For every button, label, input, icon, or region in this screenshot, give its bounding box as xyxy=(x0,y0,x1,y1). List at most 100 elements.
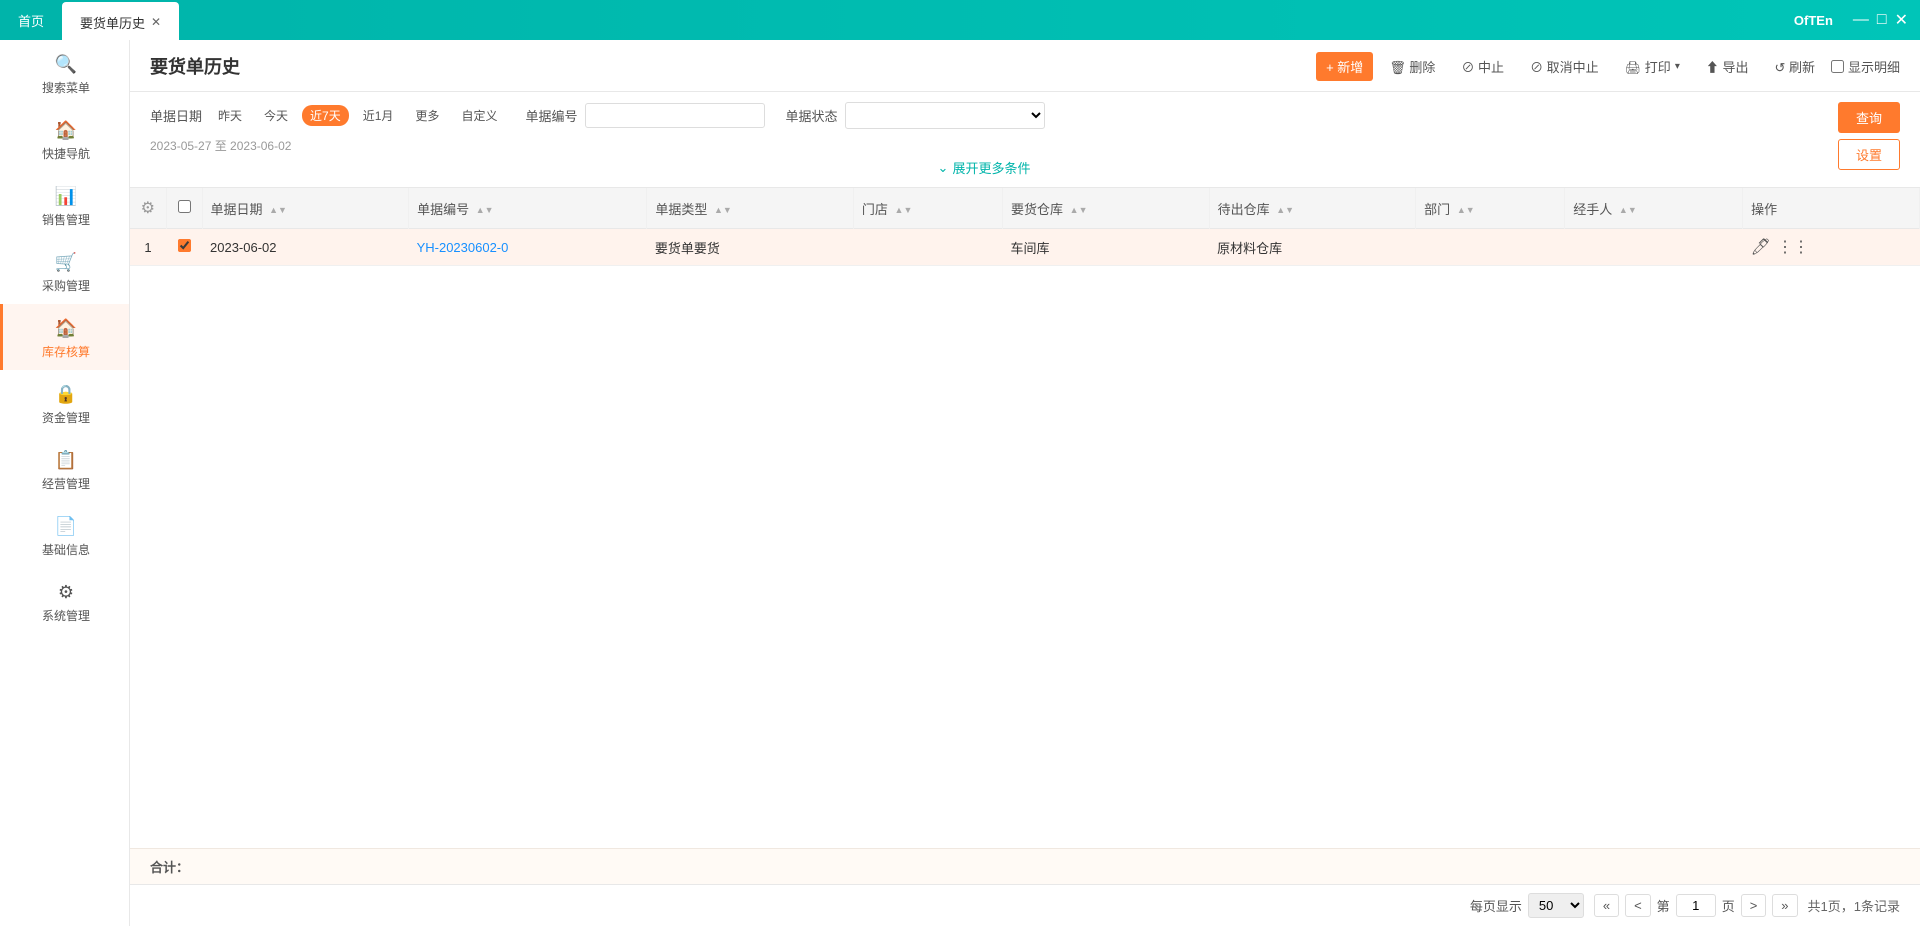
shortcut-last7days[interactable]: 近7天 xyxy=(302,105,349,126)
new-button[interactable]: + 新增 xyxy=(1316,52,1373,81)
sidebar-item-base-info[interactable]: 📄 基础信息 xyxy=(0,502,129,568)
th-order-no[interactable]: 单据编号 ▲▼ xyxy=(409,188,647,229)
table-header-row: ⚙ 单据日期 ▲▼ 单据编号 ▲▼ xyxy=(130,188,1920,229)
data-table: ⚙ 单据日期 ▲▼ 单据编号 ▲▼ xyxy=(130,188,1920,266)
minimize-icon[interactable]: — xyxy=(1853,11,1869,29)
td-checkbox[interactable] xyxy=(166,229,202,266)
top-bar: 首页 要货单历史 ✕ OfTEn — □ ✕ xyxy=(0,0,1920,40)
page-input[interactable] xyxy=(1676,894,1716,917)
date-shortcuts: 昨天 今天 近7天 近1月 更多 自定义 xyxy=(210,105,505,126)
sort-arrows-pending-warehouse: ▲▼ xyxy=(1276,206,1294,215)
status-filter-group: 单据状态 xyxy=(785,102,1045,129)
td-req-warehouse: 车间库 xyxy=(1003,229,1210,266)
select-all-checkbox[interactable] xyxy=(178,200,191,213)
sidebar: 🔍 搜索菜单 🏠 快捷导航 📊 销售管理 🛒 采购管理 🏠 库存核算 🔒 资金管… xyxy=(0,40,130,926)
shortcut-more[interactable]: 更多 xyxy=(407,105,447,126)
prev-page-btn[interactable]: < xyxy=(1625,894,1651,917)
chart-icon: 📊 xyxy=(55,186,77,207)
delete-button[interactable]: 🗑 删除 xyxy=(1379,52,1445,81)
top-bar-right: OfTEn — □ ✕ xyxy=(1794,10,1920,30)
order-no-filter-group: 单据编号 xyxy=(525,103,765,128)
table-row[interactable]: 1 2023-06-02 YH-20230602-0 要货单要货 车间库 原材料… xyxy=(130,229,1920,266)
order-no-input[interactable] xyxy=(585,103,765,128)
sort-arrows-date: ▲▼ xyxy=(269,206,287,215)
sidebar-item-quick-nav[interactable]: 🏠 快捷导航 xyxy=(0,106,129,172)
ops-icons: 🖊 ⋮⋮ xyxy=(1751,237,1912,257)
order-no-label: 单据编号 xyxy=(525,106,577,125)
column-settings-icon[interactable]: ⚙ xyxy=(141,200,155,217)
th-order-type[interactable]: 单据类型 ▲▼ xyxy=(647,188,854,229)
per-page-group: 每页显示 20 50 100 200 xyxy=(1470,893,1584,918)
sidebar-item-inventory[interactable]: 🏠 库存核算 xyxy=(0,304,129,370)
tab-home[interactable]: 首页 xyxy=(0,0,62,40)
main-layout: 🔍 搜索菜单 🏠 快捷导航 📊 销售管理 🛒 采购管理 🏠 库存核算 🔒 资金管… xyxy=(0,40,1920,926)
sidebar-item-sys-mgmt[interactable]: ⚙ 系统管理 xyxy=(0,568,129,634)
query-button[interactable]: 查询 xyxy=(1838,102,1900,133)
ops-icon: 📋 xyxy=(55,450,77,471)
filter-area: 单据日期 昨天 今天 近7天 近1月 更多 自定义 单据编号 xyxy=(130,92,1920,188)
tab-order-history[interactable]: 要货单历史 ✕ xyxy=(62,2,179,42)
th-department[interactable]: 部门 ▲▼ xyxy=(1416,188,1565,229)
print-dropdown-icon: ▾ xyxy=(1675,61,1680,72)
settings-button[interactable]: 设置 xyxy=(1838,139,1900,170)
edit-icon[interactable]: 🖊 xyxy=(1751,237,1771,257)
cancel-stop-button[interactable]: ⊘ 取消中止 xyxy=(1520,52,1609,81)
search-icon: 🔍 xyxy=(55,54,77,75)
last-page-btn[interactable]: » xyxy=(1772,894,1797,917)
sidebar-item-sales-mgmt[interactable]: 📊 销售管理 xyxy=(0,172,129,238)
order-no-link[interactable]: YH-20230602-0 xyxy=(417,240,509,255)
th-handler[interactable]: 经手人 ▲▼ xyxy=(1565,188,1743,229)
sort-arrows-order-type: ▲▼ xyxy=(714,206,732,215)
page-goto-label: 第 xyxy=(1657,896,1670,915)
shortcut-last-month[interactable]: 近1月 xyxy=(355,105,402,126)
th-pending-warehouse[interactable]: 待出仓库 ▲▼ xyxy=(1209,188,1416,229)
display-detail-checkbox[interactable] xyxy=(1831,60,1844,73)
td-department xyxy=(1416,229,1565,266)
th-settings[interactable]: ⚙ xyxy=(130,188,166,229)
export-button[interactable]: ⬆ 导出 xyxy=(1696,52,1759,81)
print-button[interactable]: 🖨 打印 ▾ xyxy=(1615,52,1690,81)
shortcut-custom[interactable]: 自定义 xyxy=(453,105,505,126)
stop-button[interactable]: ⊘ 中止 xyxy=(1451,52,1514,81)
page-label: 页 xyxy=(1722,896,1735,915)
next-page-btn[interactable]: > xyxy=(1741,894,1767,917)
total-label: 合计： xyxy=(150,857,189,876)
page-title: 要货单历史 xyxy=(150,53,240,79)
sidebar-item-purchase-mgmt[interactable]: 🛒 采购管理 xyxy=(0,238,129,304)
display-detail-toggle[interactable]: 显示明细 xyxy=(1831,57,1900,76)
th-req-warehouse[interactable]: 要货仓库 ▲▼ xyxy=(1003,188,1210,229)
td-handler xyxy=(1565,229,1743,266)
close-window-icon[interactable]: ✕ xyxy=(1895,10,1908,30)
th-checkbox[interactable] xyxy=(166,188,202,229)
expand-more-btn[interactable]: ⌄ 展开更多条件 xyxy=(938,158,1031,177)
td-ops: 🖊 ⋮⋮ xyxy=(1743,229,1920,266)
td-order-no[interactable]: YH-20230602-0 xyxy=(409,229,647,266)
filter-row-1: 单据日期 昨天 今天 近7天 近1月 更多 自定义 单据编号 xyxy=(150,102,1818,129)
first-page-btn[interactable]: « xyxy=(1594,894,1619,917)
page-header: 要货单历史 + 新增 🗑 删除 ⊘ 中止 ⊘ 取消中止 🖨 xyxy=(130,40,1920,92)
per-page-label: 每页显示 xyxy=(1470,896,1522,915)
sidebar-item-ops-mgmt[interactable]: 📋 经营管理 xyxy=(0,436,129,502)
tab-bar: 首页 要货单历史 ✕ xyxy=(0,0,179,40)
sort-arrows-req-warehouse: ▲▼ xyxy=(1070,206,1088,215)
status-select[interactable] xyxy=(845,102,1045,129)
maximize-icon[interactable]: □ xyxy=(1877,11,1887,29)
th-date[interactable]: 单据日期 ▲▼ xyxy=(202,188,409,229)
more-ops-icon[interactable]: ⋮⋮ xyxy=(1777,237,1809,257)
th-store[interactable]: 门店 ▲▼ xyxy=(853,188,1002,229)
refresh-button[interactable]: ↺ 刷新 xyxy=(1764,52,1825,81)
shortcut-today[interactable]: 今天 xyxy=(256,105,296,126)
lock-icon: 🔒 xyxy=(55,384,77,405)
td-date: 2023-06-02 xyxy=(202,229,409,266)
sidebar-item-finance-mgmt[interactable]: 🔒 资金管理 xyxy=(0,370,129,436)
td-order-type: 要货单要货 xyxy=(647,229,854,266)
sidebar-item-search-menu[interactable]: 🔍 搜索菜单 xyxy=(0,40,129,106)
toolbar: + 新增 🗑 删除 ⊘ 中止 ⊘ 取消中止 🖨 打印 ▾ xyxy=(1316,52,1900,91)
row-checkbox[interactable] xyxy=(178,239,191,252)
filter-actions: 查询 设置 xyxy=(1838,102,1900,170)
sort-arrows-store: ▲▼ xyxy=(895,206,913,215)
close-tab-icon[interactable]: ✕ xyxy=(151,15,161,29)
shortcut-yesterday[interactable]: 昨天 xyxy=(210,105,250,126)
date-filter-group: 单据日期 昨天 今天 近7天 近1月 更多 自定义 xyxy=(150,105,505,126)
per-page-select[interactable]: 20 50 100 200 xyxy=(1528,893,1584,918)
